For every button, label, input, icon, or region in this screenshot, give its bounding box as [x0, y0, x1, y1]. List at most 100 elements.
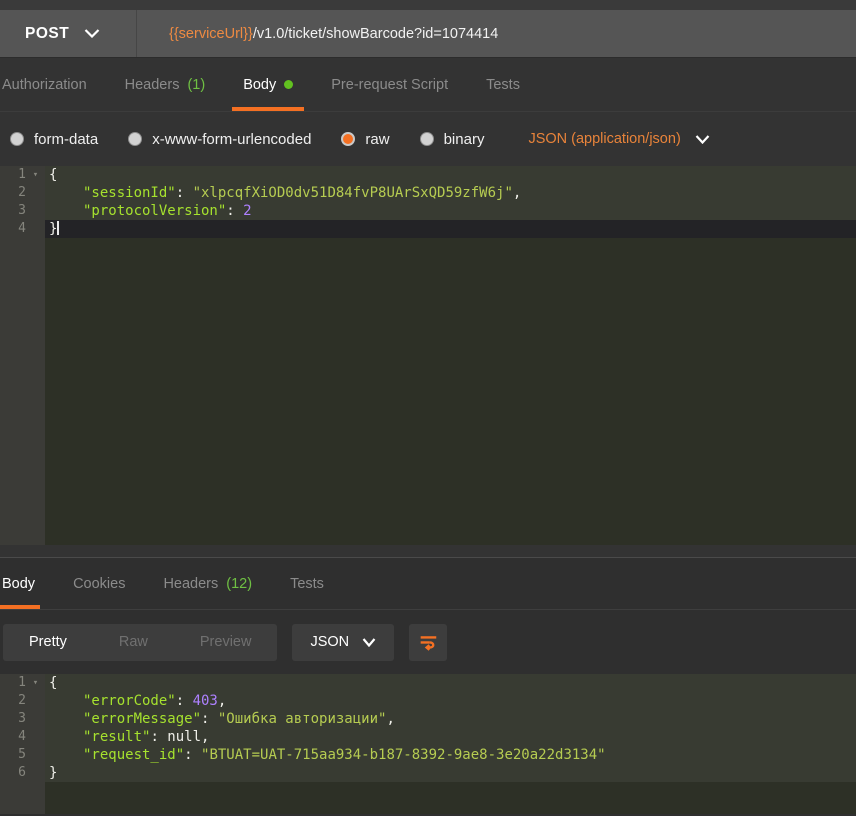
gutter: 1 ▾: [0, 166, 45, 184]
code-line: 5 "request_id": "BTUAT=UAT-715aa934-b187…: [0, 746, 856, 764]
view-preview-button[interactable]: Preview: [174, 624, 278, 661]
text-cursor: [57, 221, 60, 235]
tab-headers[interactable]: Headers (1): [106, 58, 225, 111]
response-tab-tests-label: Tests: [290, 575, 324, 592]
radio-urlencoded-label: x-www-form-urlencoded: [152, 130, 312, 148]
view-pretty-button[interactable]: Pretty: [3, 624, 93, 661]
code-line: 1 ▾ {: [0, 674, 856, 692]
radio-circle-icon: [419, 132, 434, 146]
view-raw-button[interactable]: Raw: [93, 624, 174, 661]
code-line: 2 "sessionId": "xlpcqfXiOD0dv51D84fvP8UA…: [0, 184, 856, 202]
wrap-line-icon: [420, 636, 437, 651]
tab-authorization[interactable]: Authorization: [0, 58, 106, 111]
fold-toggle-icon[interactable]: ▾: [26, 674, 45, 692]
radio-x-www-form-urlencoded[interactable]: x-www-form-urlencoded: [128, 131, 311, 148]
code-text: }: [45, 764, 856, 782]
radio-selected-icon: [341, 132, 356, 146]
code-line: 3 "protocolVersion": 2: [0, 202, 856, 220]
radio-form-data-label: form-data: [34, 130, 99, 148]
tab-authorization-label: Authorization: [2, 76, 87, 93]
content-type-dropdown[interactable]: JSON (application/json): [528, 131, 710, 147]
line-number: 3: [18, 203, 26, 218]
url-input[interactable]: {{serviceUrl}}/v1.0/ticket/showBarcode?i…: [137, 10, 856, 57]
tab-prerequest-script[interactable]: Pre-request Script: [312, 58, 467, 111]
radio-circle-icon: [10, 132, 24, 146]
radio-raw-label: raw: [365, 130, 390, 148]
response-headers-count-badge: (12): [226, 575, 253, 592]
url-path: /v1.0/ticket/showBarcode?id=1074414: [252, 25, 499, 42]
code-text: "sessionId": "xlpcqfXiOD0dv51D84fvP8UArS…: [45, 184, 856, 202]
code-line: 6 }: [0, 764, 856, 782]
code-line: 1 ▾ {: [0, 166, 856, 184]
line-number: 3: [18, 711, 26, 726]
tab-headers-label: Headers: [124, 76, 180, 93]
headers-count-badge: (1): [187, 76, 206, 93]
chevron-down-icon: [695, 134, 710, 144]
gutter: 2: [0, 184, 45, 202]
code-line: 3 "errorMessage": "Ошибка авторизации",: [0, 710, 856, 728]
gutter: 2: [0, 692, 45, 710]
editor-empty-area[interactable]: [0, 238, 856, 545]
code-line: 4 "result": null,: [0, 728, 856, 746]
tab-body-label: Body: [243, 76, 277, 93]
radio-circle-icon: [128, 132, 143, 146]
code-text: "protocolVersion": 2: [45, 202, 856, 220]
line-number: 4: [18, 729, 26, 744]
response-tab-headers-label: Headers: [163, 575, 219, 592]
response-tab-headers[interactable]: Headers (12): [144, 558, 271, 609]
view-mode-switch: Pretty Raw Preview: [3, 623, 278, 661]
method-selector[interactable]: POST: [0, 10, 137, 57]
response-tab-cookies-label: Cookies: [73, 575, 126, 592]
chevron-down-icon: [84, 29, 100, 38]
code-text: "errorCode": 403,: [45, 692, 856, 710]
line-number: 1: [18, 167, 26, 182]
body-modified-dot-icon: [284, 80, 294, 89]
response-tab-body[interactable]: Body: [0, 558, 54, 609]
radio-binary-label: binary: [443, 130, 485, 148]
editor-empty-area[interactable]: [0, 782, 856, 814]
line-number: 6: [18, 765, 26, 780]
response-tab-bar: Body Cookies Headers (12) Tests: [0, 558, 856, 610]
line-number: 5: [18, 747, 26, 762]
line-number: 2: [18, 185, 26, 200]
pane-divider[interactable]: [0, 545, 856, 558]
response-tab-body-label: Body: [2, 575, 36, 592]
code-text: "request_id": "BTUAT=UAT-715aa934-b187-8…: [45, 746, 856, 764]
code-text: "errorMessage": "Ошибка авторизации",: [45, 710, 856, 728]
content-type-label: JSON (application/json): [528, 131, 681, 147]
gutter: 4: [0, 220, 45, 238]
radio-form-data[interactable]: form-data: [10, 131, 98, 148]
code-line: 2 "errorCode": 403,: [0, 692, 856, 710]
tab-body[interactable]: Body: [224, 58, 312, 111]
request-tab-bar: Authorization Headers (1) Body Pre-reque…: [0, 58, 856, 112]
request-url-bar: POST {{serviceUrl}}/v1.0/ticket/showBarc…: [0, 10, 856, 58]
postman-window: POST {{serviceUrl}}/v1.0/ticket/showBarc…: [0, 0, 856, 816]
response-toolbar: Pretty Raw Preview JSON: [0, 610, 856, 674]
chevron-down-icon: [362, 637, 376, 647]
code-line-active: 4 }: [0, 220, 856, 238]
gutter: 6: [0, 764, 45, 782]
body-type-bar: form-data x-www-form-urlencoded raw bina…: [0, 112, 856, 166]
method-label: POST: [25, 24, 70, 42]
code-text: "result": null,: [45, 728, 856, 746]
wrap-lines-button[interactable]: [409, 623, 448, 661]
response-tab-tests[interactable]: Tests: [271, 558, 343, 609]
line-number: 2: [18, 693, 26, 708]
tab-tests-label: Tests: [486, 76, 520, 93]
response-tab-cookies[interactable]: Cookies: [54, 558, 144, 609]
line-number: 4: [18, 221, 26, 236]
response-body-viewer[interactable]: 1 ▾ { 2 "errorCode": 403, 3 "errorMessag…: [0, 674, 856, 814]
tab-tests[interactable]: Tests: [467, 58, 539, 111]
response-format-dropdown[interactable]: JSON: [292, 623, 395, 661]
line-number: 1: [18, 675, 26, 690]
code-text: {: [45, 674, 856, 692]
gutter: 3: [0, 710, 45, 728]
gutter: 1 ▾: [0, 674, 45, 692]
radio-binary[interactable]: binary: [419, 130, 485, 148]
code-text: }: [45, 220, 856, 238]
window-top-strip: [0, 0, 856, 10]
request-body-editor[interactable]: 1 ▾ { 2 "sessionId": "xlpcqfXiOD0dv51D84…: [0, 166, 856, 545]
radio-raw[interactable]: raw: [341, 130, 390, 148]
url-environment-variable: {{serviceUrl}}: [169, 25, 253, 42]
fold-toggle-icon[interactable]: ▾: [26, 166, 45, 184]
